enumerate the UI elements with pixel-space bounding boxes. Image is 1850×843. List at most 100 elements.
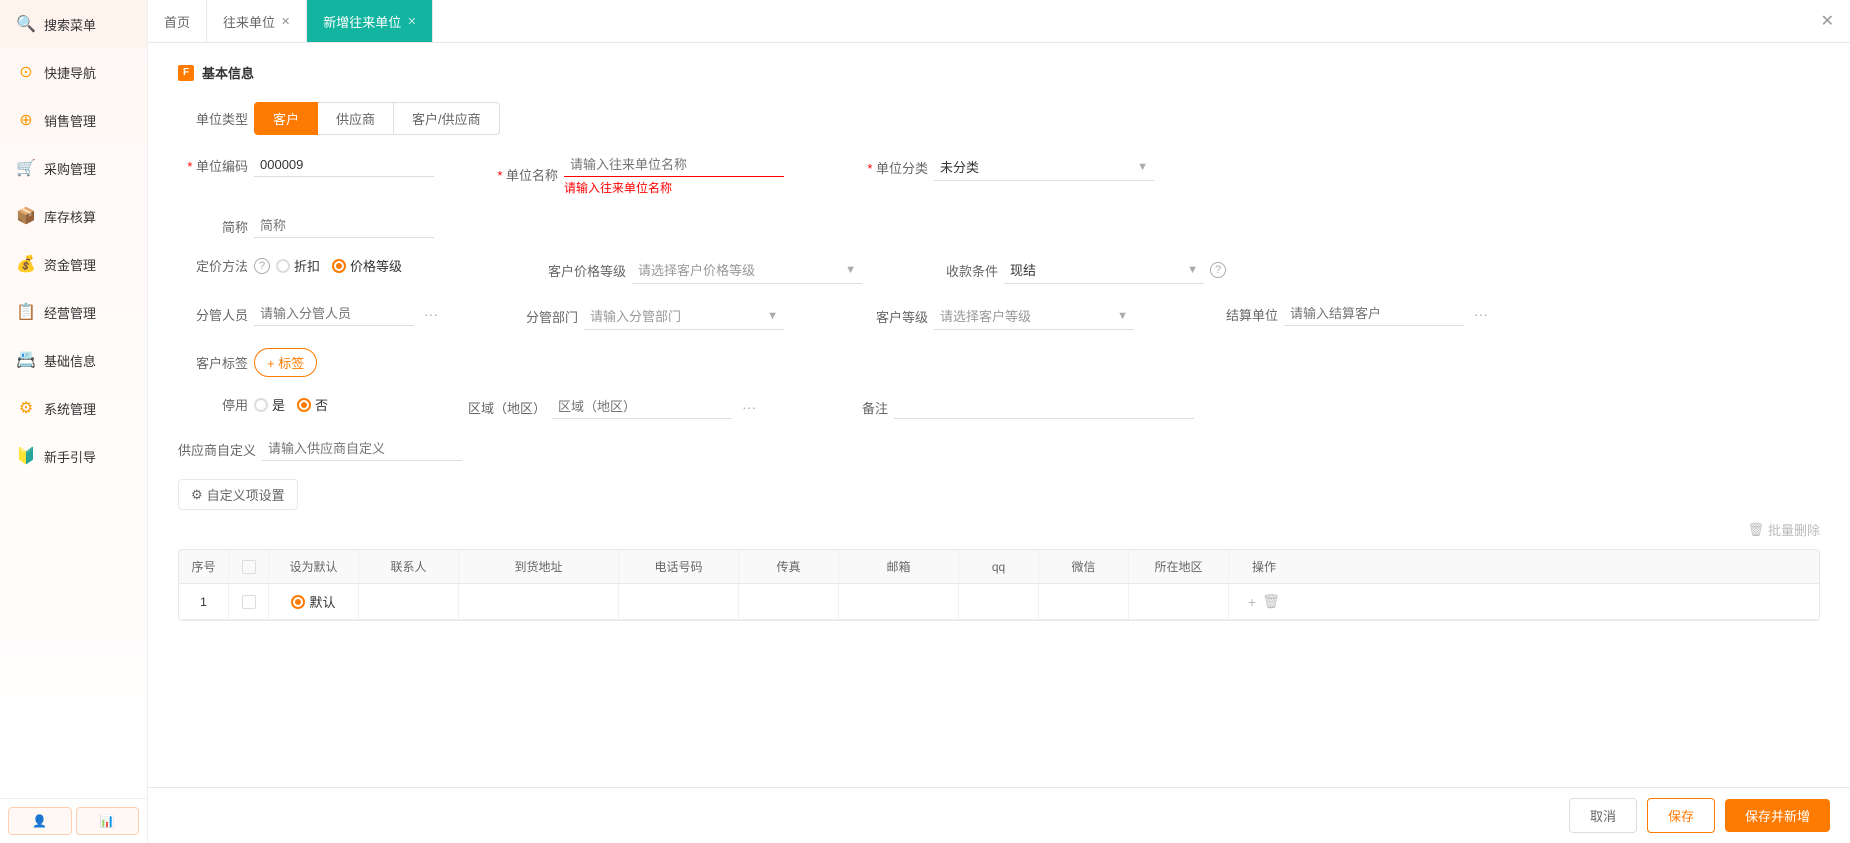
customer-level-select[interactable]: 请选择客户等级 ▼ bbox=[934, 302, 1134, 330]
pricing-radio-price-level[interactable]: 价格等级 bbox=[332, 256, 402, 275]
sidebar-item-new-guide[interactable]: 🔰 新手引导 bbox=[0, 432, 147, 480]
cell-address[interactable] bbox=[459, 584, 619, 619]
save-button[interactable]: 保存 bbox=[1647, 798, 1715, 833]
tag-row: 客户标签 + 标签 bbox=[178, 348, 1820, 377]
region-table-input[interactable] bbox=[1139, 595, 1218, 609]
sidebar-item-inventory[interactable]: 📦 库存核算 bbox=[0, 192, 147, 240]
no-radio-circle bbox=[297, 398, 311, 412]
qq-input[interactable] bbox=[969, 595, 1028, 609]
default-label: 默认 bbox=[309, 592, 335, 611]
form-content: F 基本信息 单位类型 客户 供应商 客户/供应商 单位编码 bbox=[148, 43, 1850, 787]
cell-phone[interactable] bbox=[619, 584, 739, 619]
sidebar-item-operations[interactable]: 📋 经营管理 bbox=[0, 288, 147, 336]
cell-fax[interactable] bbox=[739, 584, 839, 619]
customer-price-select[interactable]: 请选择客户价格等级 ▼ bbox=[632, 256, 862, 284]
cell-email[interactable] bbox=[839, 584, 959, 619]
unit-type-row: 单位类型 客户 供应商 客户/供应商 bbox=[178, 102, 1820, 135]
unit-category-select[interactable]: 未分类 ▼ bbox=[934, 153, 1154, 181]
sidebar-item-sales[interactable]: ⊕ 销售管理 bbox=[0, 96, 147, 144]
th-default: 设为默认 bbox=[269, 550, 359, 583]
row-checkbox[interactable] bbox=[242, 595, 256, 609]
disabled-radio-group: 是 否 bbox=[254, 395, 328, 414]
disabled-yes[interactable]: 是 bbox=[254, 395, 285, 414]
address-input[interactable] bbox=[469, 595, 608, 609]
custom-settings-button[interactable]: ⚙ 自定义项设置 bbox=[178, 479, 298, 510]
payment-value: 现结 bbox=[1010, 260, 1183, 279]
pricing-tooltip-icon[interactable]: ? bbox=[254, 258, 270, 274]
pricing-radio-discount[interactable]: 折扣 bbox=[276, 256, 320, 275]
supplier-custom-input[interactable] bbox=[262, 437, 462, 461]
disabled-no[interactable]: 否 bbox=[297, 395, 328, 414]
settlement-dots-btn[interactable]: ··· bbox=[1470, 306, 1492, 322]
sidebar-item-finance[interactable]: 💰 资金管理 bbox=[0, 240, 147, 288]
tag-add-button[interactable]: + 标签 bbox=[254, 348, 317, 377]
tab-partners[interactable]: 往来单位 ✕ bbox=[207, 0, 307, 42]
settlement-input[interactable] bbox=[1284, 302, 1464, 326]
region-dots-btn[interactable]: ··· bbox=[738, 399, 760, 415]
tab-partners-close[interactable]: ✕ bbox=[281, 15, 290, 28]
th-action: 操作 bbox=[1229, 550, 1299, 583]
discount-label: 折扣 bbox=[294, 256, 320, 275]
cell-wechat[interactable] bbox=[1039, 584, 1129, 619]
tab-home[interactable]: 首页 bbox=[148, 0, 207, 42]
sidebar-item-system[interactable]: ⚙ 系统管理 bbox=[0, 384, 147, 432]
customer-price-label: 客户价格等级 bbox=[548, 261, 626, 280]
header-checkbox[interactable] bbox=[242, 560, 256, 574]
unit-code-input[interactable] bbox=[254, 153, 434, 177]
unit-name-input[interactable] bbox=[564, 153, 784, 177]
fax-input[interactable] bbox=[749, 595, 828, 609]
tag-group: 客户标签 + 标签 bbox=[178, 348, 317, 377]
manager-dots-btn[interactable]: ··· bbox=[420, 306, 442, 322]
system-icon: ⚙ bbox=[16, 398, 36, 418]
cell-qq[interactable] bbox=[959, 584, 1039, 619]
finance-icon: 💰 bbox=[16, 254, 36, 274]
type-btn-both[interactable]: 客户/供应商 bbox=[394, 102, 500, 135]
supplier-custom-group: 供应商自定义 bbox=[178, 437, 498, 461]
contact-input[interactable] bbox=[369, 595, 448, 609]
add-row-icon[interactable]: + bbox=[1248, 594, 1256, 610]
customer-price-group: 客户价格等级 请选择客户价格等级 ▼ bbox=[548, 256, 898, 284]
tab-new-partner[interactable]: 新增往来单位 ✕ bbox=[307, 0, 433, 42]
cell-region[interactable] bbox=[1129, 584, 1229, 619]
cell-check[interactable] bbox=[229, 584, 269, 619]
email-input[interactable] bbox=[849, 595, 948, 609]
basic-info-icon: 📇 bbox=[16, 350, 36, 370]
batch-delete-button[interactable]: 🗑 批量删除 bbox=[1747, 520, 1820, 539]
new-guide-icon: 🔰 bbox=[16, 446, 36, 466]
price-level-label: 价格等级 bbox=[350, 256, 402, 275]
sidebar-item-quick-nav[interactable]: ⊙ 快捷导航 bbox=[0, 48, 147, 96]
payment-select[interactable]: 现结 ▼ bbox=[1004, 256, 1204, 284]
tab-new-partner-close[interactable]: ✕ bbox=[407, 15, 416, 28]
payment-tooltip-icon[interactable]: ? bbox=[1210, 262, 1226, 278]
wechat-input[interactable] bbox=[1049, 595, 1118, 609]
save-new-button[interactable]: 保存并新增 bbox=[1725, 799, 1830, 832]
type-btn-supplier[interactable]: 供应商 bbox=[318, 102, 394, 135]
dept-label: 分管部门 bbox=[508, 307, 578, 326]
cell-default: 默认 bbox=[269, 584, 359, 619]
cell-action: + 🗑 bbox=[1229, 584, 1299, 619]
sidebar-stats-btn[interactable]: 📊 bbox=[76, 807, 140, 835]
abbr-input[interactable] bbox=[254, 214, 434, 238]
abbr-label: 简称 bbox=[178, 217, 248, 236]
customer-level-placeholder: 请选择客户等级 bbox=[940, 306, 1113, 325]
sidebar-item-search[interactable]: 🔍 搜索菜单 bbox=[0, 0, 147, 48]
delete-row-icon[interactable]: 🗑 bbox=[1262, 593, 1280, 610]
sidebar-item-basic-info[interactable]: 📇 基础信息 bbox=[0, 336, 147, 384]
default-radio[interactable]: 默认 bbox=[291, 592, 335, 611]
chevron-down-icon3: ▼ bbox=[1187, 264, 1198, 276]
dept-select[interactable]: 请输入分管部门 ▼ bbox=[584, 302, 784, 330]
section-header: F 基本信息 bbox=[178, 63, 1820, 82]
close-all-tabs[interactable]: ✕ bbox=[1805, 11, 1850, 31]
sidebar-user-btn[interactable]: 👤 bbox=[8, 807, 72, 835]
phone-input[interactable] bbox=[629, 595, 728, 609]
sidebar-bottom: 👤 📊 bbox=[0, 798, 147, 843]
disabled-row: 停用 是 否 区域（地区） ··· bbox=[178, 395, 1820, 419]
manager-input[interactable] bbox=[254, 302, 414, 326]
cell-contact[interactable] bbox=[359, 584, 459, 619]
type-btn-customer[interactable]: 客户 bbox=[254, 102, 318, 135]
cancel-button[interactable]: 取消 bbox=[1569, 798, 1637, 833]
quick-nav-icon: ⊙ bbox=[16, 62, 36, 82]
sidebar-item-purchase[interactable]: 🛒 采购管理 bbox=[0, 144, 147, 192]
region-input[interactable] bbox=[552, 395, 732, 419]
remark-input[interactable] bbox=[894, 395, 1194, 419]
